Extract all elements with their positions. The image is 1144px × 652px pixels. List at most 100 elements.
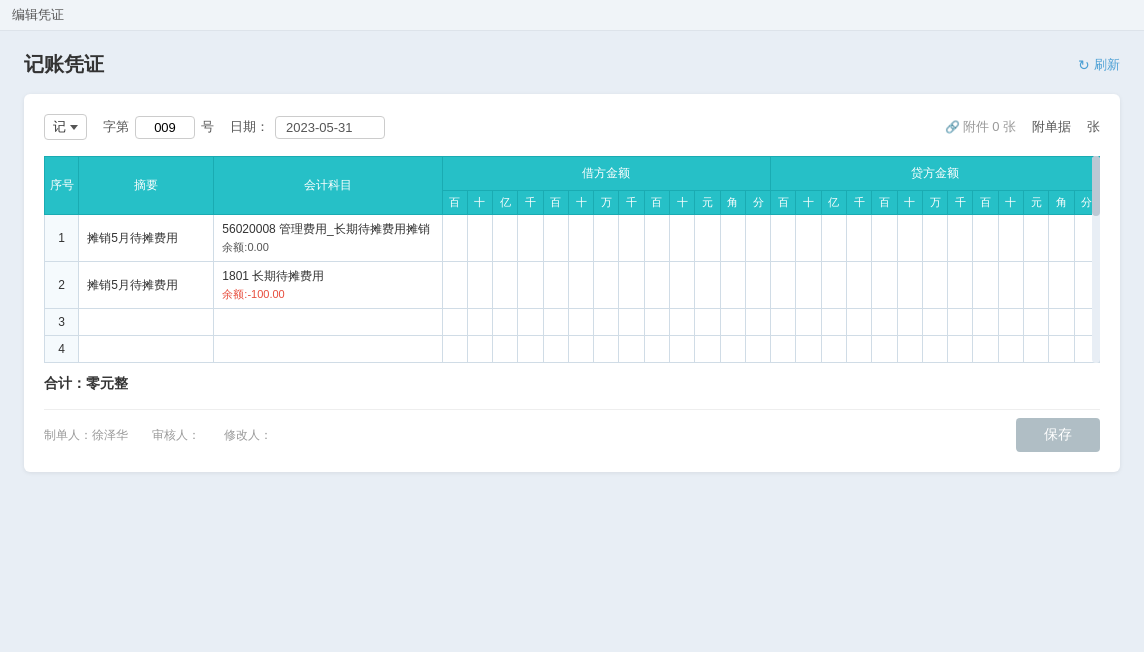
credit-cell[interactable]: [771, 215, 796, 262]
row-summary[interactable]: 摊销5月待摊费用: [79, 215, 214, 262]
credit-cell[interactable]: [948, 262, 973, 309]
ji-select[interactable]: 记: [44, 114, 87, 140]
credit-cell[interactable]: [847, 309, 872, 336]
row-summary[interactable]: [79, 336, 214, 363]
credit-cell[interactable]: [998, 215, 1023, 262]
credit-cell[interactable]: [771, 262, 796, 309]
debit-cell[interactable]: [594, 336, 619, 363]
debit-cell[interactable]: [619, 309, 644, 336]
debit-cell[interactable]: [695, 336, 720, 363]
debit-cell[interactable]: [493, 309, 518, 336]
row-account[interactable]: 56020008 管理费用_长期待摊费用摊销余额:0.00: [214, 215, 442, 262]
credit-cell[interactable]: [948, 309, 973, 336]
row-summary[interactable]: 摊销5月待摊费用: [79, 262, 214, 309]
date-input[interactable]: [275, 116, 385, 139]
debit-cell[interactable]: [619, 336, 644, 363]
debit-cell[interactable]: [442, 262, 467, 309]
row-account[interactable]: [214, 336, 442, 363]
credit-cell[interactable]: [821, 336, 846, 363]
debit-cell[interactable]: [442, 215, 467, 262]
credit-cell[interactable]: [796, 215, 821, 262]
debit-cell[interactable]: [695, 215, 720, 262]
debit-cell[interactable]: [720, 215, 745, 262]
debit-cell[interactable]: [594, 215, 619, 262]
debit-cell[interactable]: [644, 262, 669, 309]
credit-cell[interactable]: [1023, 262, 1048, 309]
debit-cell[interactable]: [720, 309, 745, 336]
credit-cell[interactable]: [872, 215, 897, 262]
credit-cell[interactable]: [973, 309, 998, 336]
credit-cell[interactable]: [922, 215, 947, 262]
credit-cell[interactable]: [847, 262, 872, 309]
credit-cell[interactable]: [973, 336, 998, 363]
row-summary[interactable]: [79, 309, 214, 336]
credit-cell[interactable]: [1049, 309, 1074, 336]
credit-cell[interactable]: [897, 336, 922, 363]
credit-cell[interactable]: [998, 309, 1023, 336]
debit-cell[interactable]: [518, 336, 543, 363]
credit-cell[interactable]: [998, 336, 1023, 363]
credit-cell[interactable]: [872, 309, 897, 336]
debit-cell[interactable]: [467, 336, 492, 363]
debit-cell[interactable]: [644, 336, 669, 363]
debit-cell[interactable]: [745, 215, 770, 262]
debit-cell[interactable]: [543, 262, 568, 309]
debit-cell[interactable]: [568, 336, 593, 363]
credit-cell[interactable]: [872, 262, 897, 309]
debit-cell[interactable]: [594, 262, 619, 309]
credit-cell[interactable]: [796, 309, 821, 336]
debit-cell[interactable]: [543, 309, 568, 336]
credit-cell[interactable]: [771, 336, 796, 363]
debit-cell[interactable]: [720, 336, 745, 363]
debit-cell[interactable]: [493, 336, 518, 363]
credit-cell[interactable]: [1023, 309, 1048, 336]
debit-cell[interactable]: [442, 309, 467, 336]
credit-cell[interactable]: [872, 336, 897, 363]
debit-cell[interactable]: [670, 215, 695, 262]
credit-cell[interactable]: [1049, 215, 1074, 262]
credit-cell[interactable]: [948, 336, 973, 363]
debit-cell[interactable]: [695, 309, 720, 336]
row-account[interactable]: [214, 309, 442, 336]
debit-cell[interactable]: [720, 262, 745, 309]
credit-cell[interactable]: [998, 262, 1023, 309]
scrollbar-track[interactable]: [1092, 156, 1100, 363]
debit-cell[interactable]: [467, 215, 492, 262]
debit-cell[interactable]: [493, 262, 518, 309]
row-account[interactable]: 1801 长期待摊费用余额:-100.00: [214, 262, 442, 309]
debit-cell[interactable]: [467, 309, 492, 336]
credit-cell[interactable]: [897, 309, 922, 336]
debit-cell[interactable]: [442, 336, 467, 363]
credit-cell[interactable]: [922, 309, 947, 336]
credit-cell[interactable]: [847, 215, 872, 262]
credit-cell[interactable]: [796, 336, 821, 363]
credit-cell[interactable]: [847, 336, 872, 363]
debit-cell[interactable]: [619, 215, 644, 262]
credit-cell[interactable]: [922, 336, 947, 363]
debit-cell[interactable]: [594, 309, 619, 336]
debit-cell[interactable]: [644, 309, 669, 336]
debit-cell[interactable]: [745, 262, 770, 309]
credit-cell[interactable]: [922, 262, 947, 309]
debit-cell[interactable]: [568, 215, 593, 262]
credit-cell[interactable]: [821, 215, 846, 262]
debit-cell[interactable]: [493, 215, 518, 262]
debit-cell[interactable]: [670, 309, 695, 336]
credit-cell[interactable]: [897, 262, 922, 309]
debit-cell[interactable]: [745, 336, 770, 363]
credit-cell[interactable]: [973, 262, 998, 309]
credit-cell[interactable]: [897, 215, 922, 262]
debit-cell[interactable]: [518, 215, 543, 262]
credit-cell[interactable]: [796, 262, 821, 309]
credit-cell[interactable]: [948, 215, 973, 262]
debit-cell[interactable]: [518, 309, 543, 336]
credit-cell[interactable]: [821, 309, 846, 336]
credit-cell[interactable]: [1023, 215, 1048, 262]
debit-cell[interactable]: [670, 262, 695, 309]
attachment-link[interactable]: 🔗 附件 0 张: [945, 118, 1016, 136]
credit-cell[interactable]: [1049, 336, 1074, 363]
credit-cell[interactable]: [973, 215, 998, 262]
debit-cell[interactable]: [745, 309, 770, 336]
debit-cell[interactable]: [568, 262, 593, 309]
debit-cell[interactable]: [644, 215, 669, 262]
